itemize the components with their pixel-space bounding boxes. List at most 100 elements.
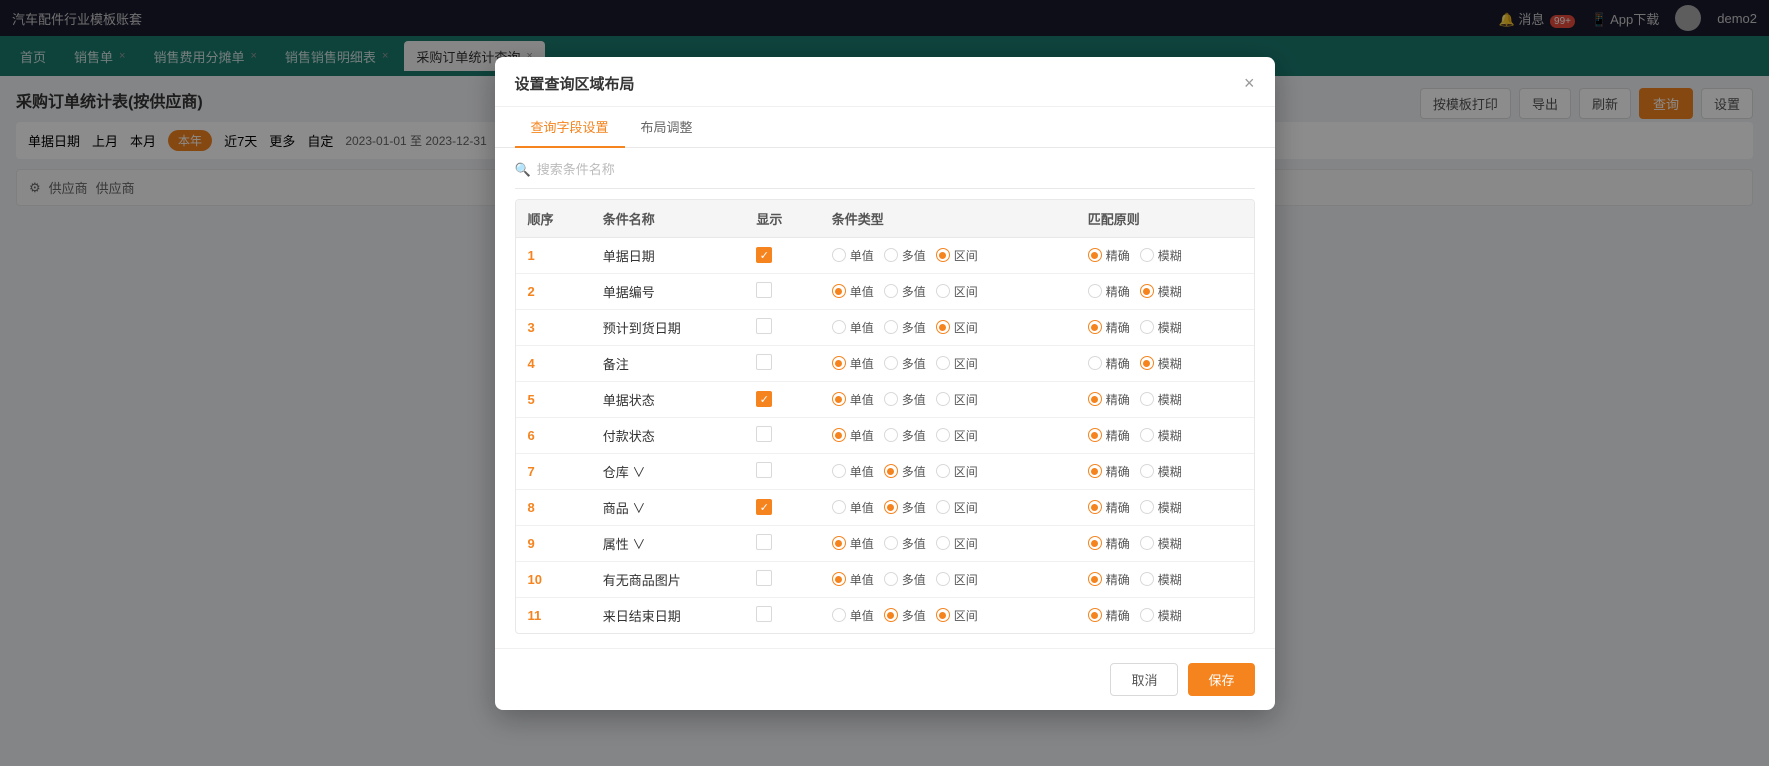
show-checkbox[interactable] [756, 391, 772, 407]
match-match_exact[interactable]: 精确 [1088, 499, 1130, 516]
match-match_fuzzy[interactable]: 模糊 [1140, 607, 1182, 624]
type-type_single[interactable]: 单值 [832, 499, 874, 516]
match-match_exact[interactable]: 精确 [1088, 571, 1130, 588]
type-type_single[interactable]: 单值 [832, 535, 874, 552]
row-show[interactable] [744, 381, 819, 417]
type-type_multi[interactable]: 多值 [884, 463, 926, 480]
type-type_single[interactable]: 单值 [832, 427, 874, 444]
type-type_multi[interactable]: 多值 [884, 355, 926, 372]
type-type_multi[interactable]: 多值 [884, 499, 926, 516]
type-type_multi[interactable]: 多值 [884, 319, 926, 336]
show-checkbox[interactable] [756, 318, 772, 334]
match-match_fuzzy[interactable]: 模糊 [1140, 499, 1182, 516]
col-header-order: 顺序 [516, 200, 591, 238]
type-type_range[interactable]: 区间 [936, 355, 978, 372]
row-show[interactable] [744, 417, 819, 453]
row-show[interactable] [744, 453, 819, 489]
row-show[interactable] [744, 489, 819, 525]
type-type_range[interactable]: 区间 [936, 247, 978, 264]
type-type_single[interactable]: 单值 [832, 355, 874, 372]
match-match_exact[interactable]: 精确 [1088, 319, 1130, 336]
show-checkbox[interactable] [756, 570, 772, 586]
row-name: 仓库 ∨ [591, 453, 745, 489]
type-type_range[interactable]: 区间 [936, 571, 978, 588]
dialog-close-button[interactable]: × [1244, 73, 1255, 94]
type-type_single[interactable]: 单值 [832, 319, 874, 336]
show-checkbox[interactable] [756, 247, 772, 263]
match-match_fuzzy[interactable]: 模糊 [1140, 355, 1182, 372]
type-type_range[interactable]: 区间 [936, 319, 978, 336]
match-match_fuzzy[interactable]: 模糊 [1140, 247, 1182, 264]
type-type_range[interactable]: 区间 [936, 283, 978, 300]
show-checkbox[interactable] [756, 499, 772, 515]
table-row: 2单据编号单值多值区间精确模糊 [516, 273, 1254, 309]
type-type_range[interactable]: 区间 [936, 499, 978, 516]
dialog-tab-fields[interactable]: 查询字段设置 [515, 107, 625, 148]
type-type_multi[interactable]: 多值 [884, 427, 926, 444]
row-type: 单值多值区间 [820, 489, 1076, 525]
type-type_multi[interactable]: 多值 [884, 247, 926, 264]
type-type_single[interactable]: 单值 [832, 391, 874, 408]
row-show[interactable] [744, 309, 819, 345]
type-type_range[interactable]: 区间 [936, 463, 978, 480]
match-match_fuzzy[interactable]: 模糊 [1140, 571, 1182, 588]
type-type_range[interactable]: 区间 [936, 427, 978, 444]
type-type_multi[interactable]: 多值 [884, 283, 926, 300]
settings-dialog: 设置查询区域布局 × 查询字段设置 布局调整 🔍 顺序 条件名称 [495, 57, 1275, 710]
type-type_multi[interactable]: 多值 [884, 391, 926, 408]
dialog-tab-layout[interactable]: 布局调整 [625, 107, 709, 148]
row-seq: 2 [516, 273, 591, 309]
type-type_range[interactable]: 区间 [936, 391, 978, 408]
type-type_multi[interactable]: 多值 [884, 535, 926, 552]
search-input[interactable] [537, 162, 737, 177]
show-checkbox[interactable] [756, 354, 772, 370]
match-match_fuzzy[interactable]: 模糊 [1140, 427, 1182, 444]
type-type_multi[interactable]: 多值 [884, 571, 926, 588]
dialog-title: 设置查询区域布局 [515, 73, 635, 94]
type-type_multi[interactable]: 多值 [884, 607, 926, 624]
match-match_exact[interactable]: 精确 [1088, 463, 1130, 480]
type-type_range[interactable]: 区间 [936, 607, 978, 624]
row-show[interactable] [744, 273, 819, 309]
match-match_fuzzy[interactable]: 模糊 [1140, 319, 1182, 336]
row-match: 精确模糊 [1076, 381, 1254, 417]
match-match_exact[interactable]: 精确 [1088, 427, 1130, 444]
match-match_exact[interactable]: 精确 [1088, 355, 1130, 372]
row-seq: 1 [516, 237, 591, 273]
match-match_fuzzy[interactable]: 模糊 [1140, 535, 1182, 552]
match-match_fuzzy[interactable]: 模糊 [1140, 463, 1182, 480]
show-checkbox[interactable] [756, 606, 772, 622]
show-checkbox[interactable] [756, 462, 772, 478]
type-type_single[interactable]: 单值 [832, 607, 874, 624]
row-type: 单值多值区间 [820, 309, 1076, 345]
match-match_exact[interactable]: 精确 [1088, 283, 1130, 300]
match-match_exact[interactable]: 精确 [1088, 391, 1130, 408]
type-type_single[interactable]: 单值 [832, 283, 874, 300]
match-match_fuzzy[interactable]: 模糊 [1140, 391, 1182, 408]
show-checkbox[interactable] [756, 426, 772, 442]
row-type: 单值多值区间 [820, 237, 1076, 273]
row-seq: 7 [516, 453, 591, 489]
match-match_exact[interactable]: 精确 [1088, 535, 1130, 552]
type-type_range[interactable]: 区间 [936, 535, 978, 552]
match-match_fuzzy[interactable]: 模糊 [1140, 283, 1182, 300]
row-show[interactable] [744, 237, 819, 273]
match-match_exact[interactable]: 精确 [1088, 247, 1130, 264]
row-type: 单值多值区间 [820, 381, 1076, 417]
type-type_single[interactable]: 单值 [832, 463, 874, 480]
show-checkbox[interactable] [756, 534, 772, 550]
row-show[interactable] [744, 561, 819, 597]
dialog-footer: 取消 保存 [495, 648, 1275, 710]
table-row: 11来日结束日期单值多值区间精确模糊 [516, 597, 1254, 633]
show-checkbox[interactable] [756, 282, 772, 298]
row-show[interactable] [744, 345, 819, 381]
row-show[interactable] [744, 525, 819, 561]
row-match: 精确模糊 [1076, 237, 1254, 273]
match-match_exact[interactable]: 精确 [1088, 607, 1130, 624]
type-type_single[interactable]: 单值 [832, 247, 874, 264]
save-button[interactable]: 保存 [1188, 663, 1254, 696]
row-show[interactable] [744, 597, 819, 633]
cancel-button[interactable]: 取消 [1110, 663, 1178, 696]
col-header-name: 条件名称 [591, 200, 745, 238]
type-type_single[interactable]: 单值 [832, 571, 874, 588]
